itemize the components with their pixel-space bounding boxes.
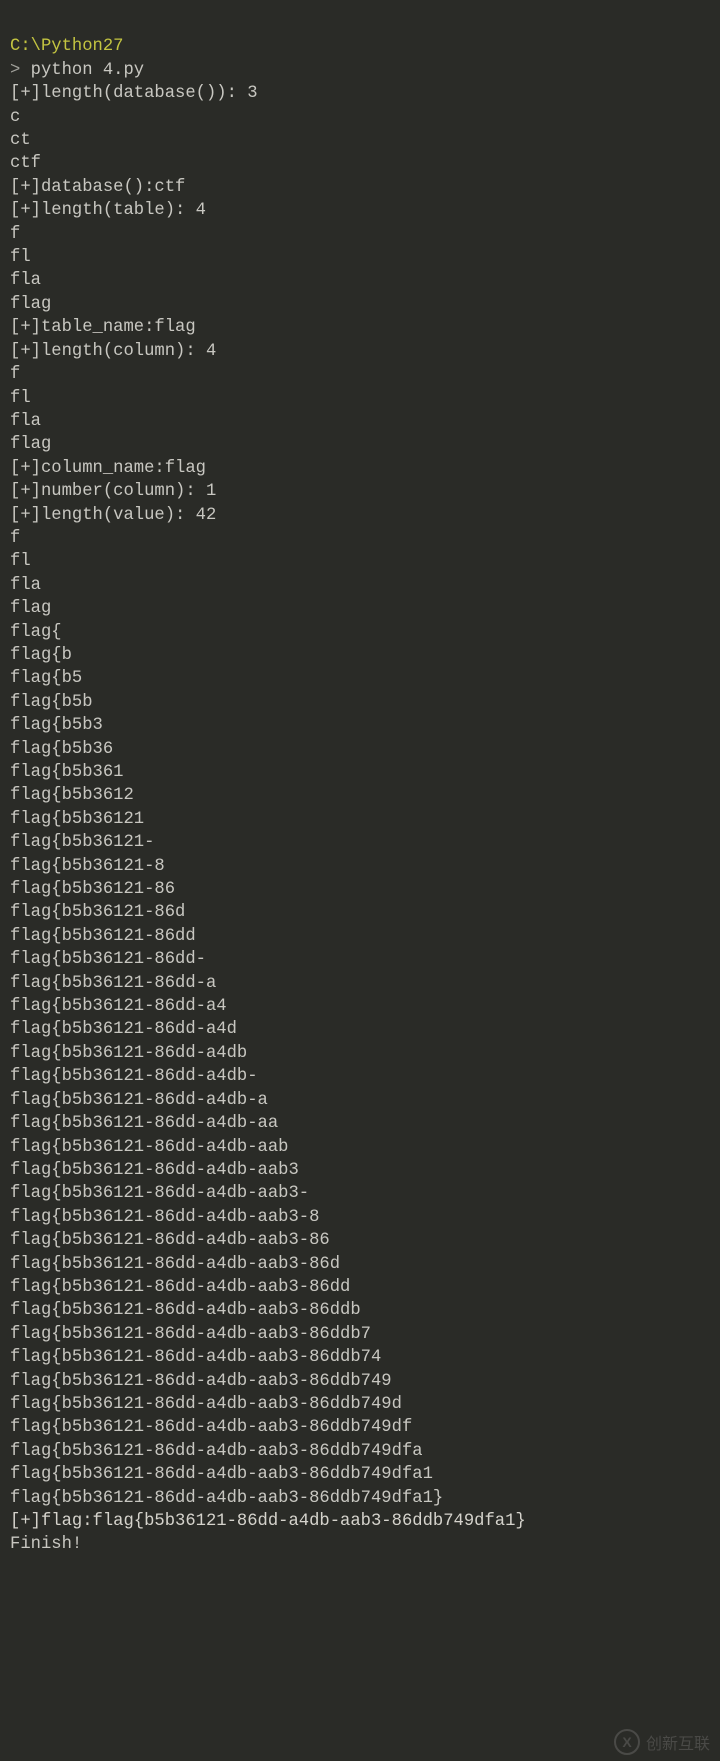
prompt-symbol: > [10,61,31,80]
command-line: python 4.py [31,61,144,80]
watermark-text: 创新互联 [646,1730,710,1754]
terminal-output: C:\Python27 > python 4.py [+]length(data… [0,0,720,1563]
output-lines: [+]length(database()): 3 c ct ctf [+]dat… [10,84,443,1507]
watermark-logo-icon: X [614,1729,640,1755]
result-line: [+]flag:flag{b5b36121-86dd-a4db-aab3-86d… [10,1512,526,1531]
finish-line: Finish! [10,1535,82,1554]
watermark: X 创新互联 [614,1729,710,1755]
cwd-line: C:\Python27 [10,37,123,56]
